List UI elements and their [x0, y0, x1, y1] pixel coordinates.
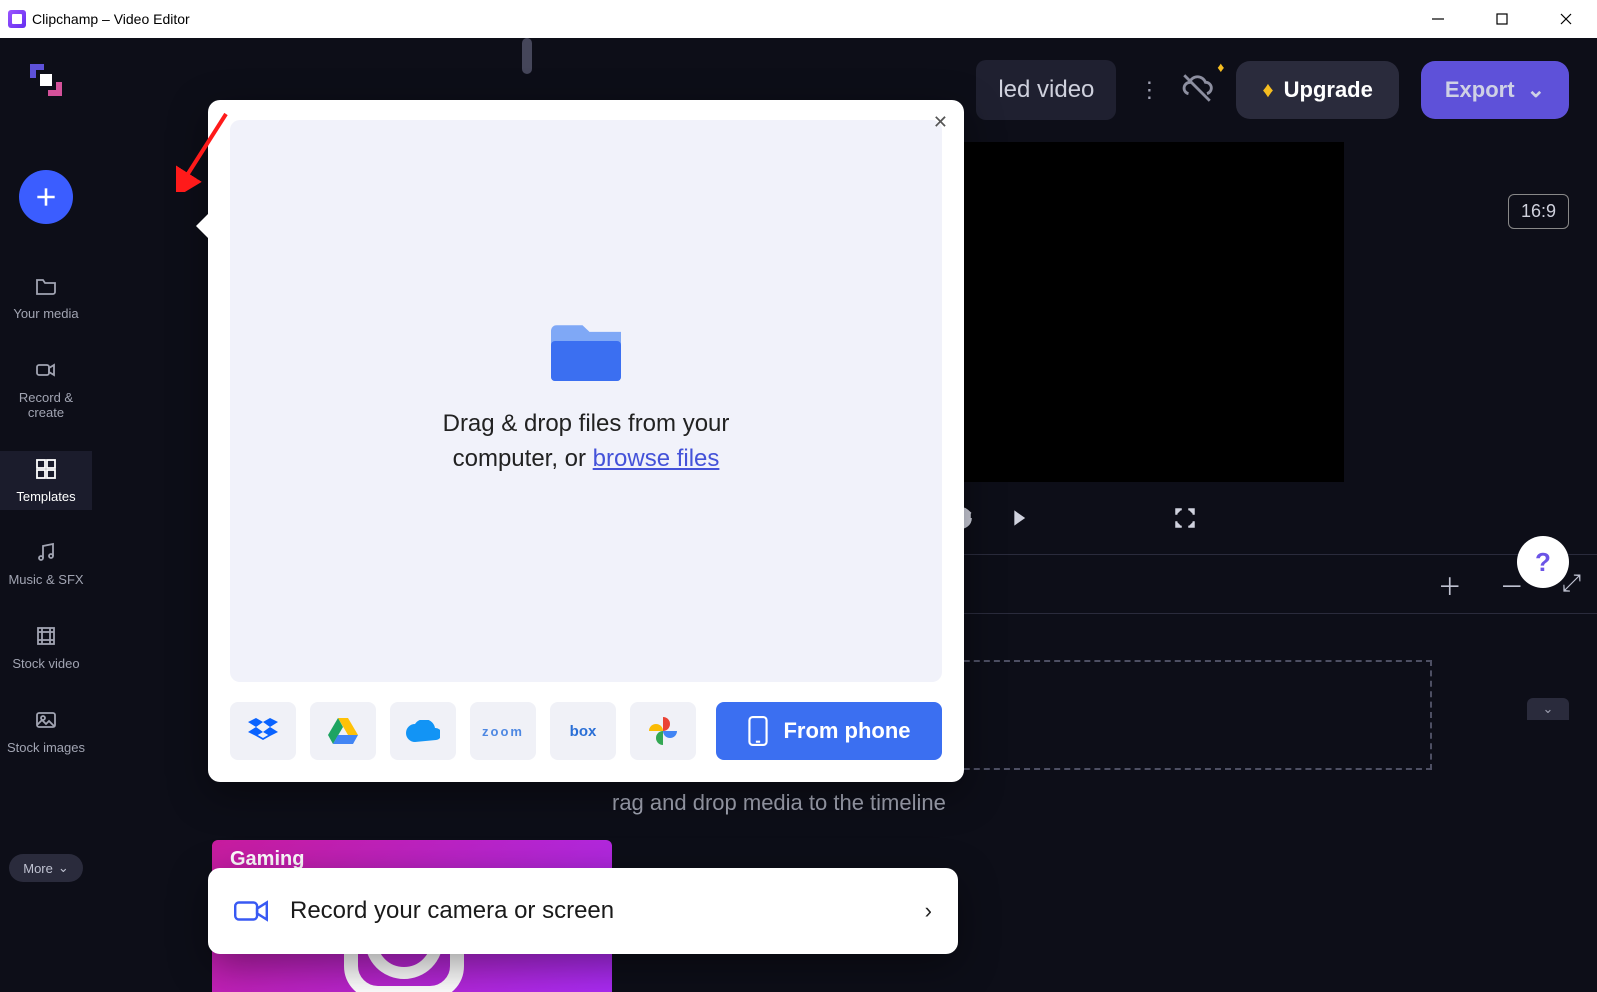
folder-icon	[551, 325, 621, 381]
camcorder-icon	[234, 894, 268, 928]
phone-icon	[747, 716, 769, 746]
sidebar: Your media Record & create Templates Mus…	[0, 38, 92, 992]
browse-files-link[interactable]: browse files	[593, 445, 720, 472]
sidebar-item-record-create[interactable]: Record & create	[0, 352, 92, 427]
zoom-icon: zoom	[482, 724, 524, 739]
panel-scrollbar-thumb[interactable]	[522, 38, 532, 74]
window-title: Clipchamp – Video Editor	[32, 11, 190, 27]
sidebar-item-label: Your media	[13, 306, 78, 322]
project-title-field[interactable]: led video	[976, 60, 1116, 120]
sync-status-button[interactable]: ♦	[1180, 71, 1214, 110]
zoom-in-button[interactable]: ＋	[1438, 567, 1462, 602]
sidebar-item-label: Templates	[16, 489, 75, 505]
templates-icon	[34, 457, 58, 481]
sidebar-item-music-sfx[interactable]: Music & SFX	[0, 534, 92, 594]
box-icon: box	[570, 723, 597, 740]
project-menu-button[interactable]: ⋮	[1138, 77, 1158, 103]
onedrive-icon	[406, 720, 440, 742]
premium-crown-icon: ♦	[1217, 59, 1224, 75]
upgrade-button[interactable]: ♦ Upgrade	[1236, 61, 1398, 119]
music-icon	[34, 540, 58, 564]
fullscreen-button[interactable]	[1172, 505, 1198, 536]
chevron-down-icon: ⌄	[58, 860, 69, 876]
source-google-drive-button[interactable]	[310, 702, 376, 760]
skip-end-button[interactable]	[1010, 505, 1036, 536]
window-maximize-button[interactable]	[1479, 0, 1525, 38]
chevron-right-icon: ›	[925, 898, 932, 924]
cloud-sources-row: zoom box From phone	[230, 702, 942, 760]
image-icon	[34, 708, 58, 732]
app-logo	[22, 56, 70, 104]
source-google-photos-button[interactable]	[630, 702, 696, 760]
app-window-icon	[8, 10, 26, 28]
google-drive-icon	[328, 718, 358, 744]
import-media-popover: ✕ Drag & drop files from your computer, …	[208, 100, 964, 782]
camcorder-icon	[34, 358, 58, 382]
record-camera-screen-button[interactable]: Record your camera or screen ›	[208, 868, 958, 954]
upgrade-label: Upgrade	[1284, 77, 1373, 103]
crown-icon: ♦	[1262, 77, 1273, 103]
dropzone-text: Drag & drop files from your computer, or…	[443, 407, 730, 477]
annotation-arrow	[176, 108, 232, 192]
sidebar-more-button[interactable]: More ⌄	[9, 854, 83, 882]
source-zoom-button[interactable]: zoom	[470, 702, 536, 760]
chevron-down-icon: ⌄	[1527, 77, 1545, 103]
export-button[interactable]: Export ⌄	[1421, 61, 1569, 119]
google-photos-icon	[649, 717, 677, 745]
dropzone-line1: Drag & drop files from your	[443, 410, 730, 437]
source-dropbox-button[interactable]	[230, 702, 296, 760]
project-title-text: led video	[998, 76, 1094, 104]
sidebar-item-stock-images[interactable]: Stock images	[0, 702, 92, 762]
more-label: More	[23, 861, 53, 876]
export-label: Export	[1445, 77, 1515, 103]
from-phone-button[interactable]: From phone	[716, 702, 942, 760]
timeline-drop-hint: rag and drop media to the timeline	[612, 790, 946, 816]
import-media-button[interactable]	[19, 170, 73, 224]
popover-close-button[interactable]: ✕	[933, 112, 948, 133]
sidebar-item-label: Record & create	[0, 390, 92, 421]
filmstrip-icon	[34, 624, 58, 648]
sidebar-item-label: Stock video	[12, 656, 79, 672]
source-onedrive-button[interactable]	[390, 702, 456, 760]
file-dropzone[interactable]: Drag & drop files from your computer, or…	[230, 120, 942, 682]
sidebar-item-stock-video[interactable]: Stock video	[0, 618, 92, 678]
cloud-off-icon	[1180, 71, 1214, 105]
window-minimize-button[interactable]	[1415, 0, 1461, 38]
window-close-button[interactable]	[1543, 0, 1589, 38]
main-content: led video ⋮ ♦ ♦ Upgrade Export ⌄ 16:9	[92, 38, 1597, 992]
help-button[interactable]: ?	[1517, 536, 1569, 588]
sidebar-item-label: Stock images	[7, 740, 85, 756]
popover-pointer	[196, 214, 208, 238]
source-box-button[interactable]: box	[550, 702, 616, 760]
sidebar-item-templates[interactable]: Templates	[0, 451, 92, 511]
sidebar-item-your-media[interactable]: Your media	[0, 268, 92, 328]
dropzone-line2-prefix: computer, or	[453, 445, 593, 472]
sidebar-item-label: Music & SFX	[8, 572, 83, 588]
folder-icon	[34, 274, 58, 298]
window-titlebar: Clipchamp – Video Editor	[0, 0, 1597, 38]
dropbox-icon	[248, 718, 278, 744]
from-phone-label: From phone	[783, 718, 910, 744]
help-icon: ?	[1535, 547, 1551, 578]
record-label: Record your camera or screen	[290, 897, 614, 925]
